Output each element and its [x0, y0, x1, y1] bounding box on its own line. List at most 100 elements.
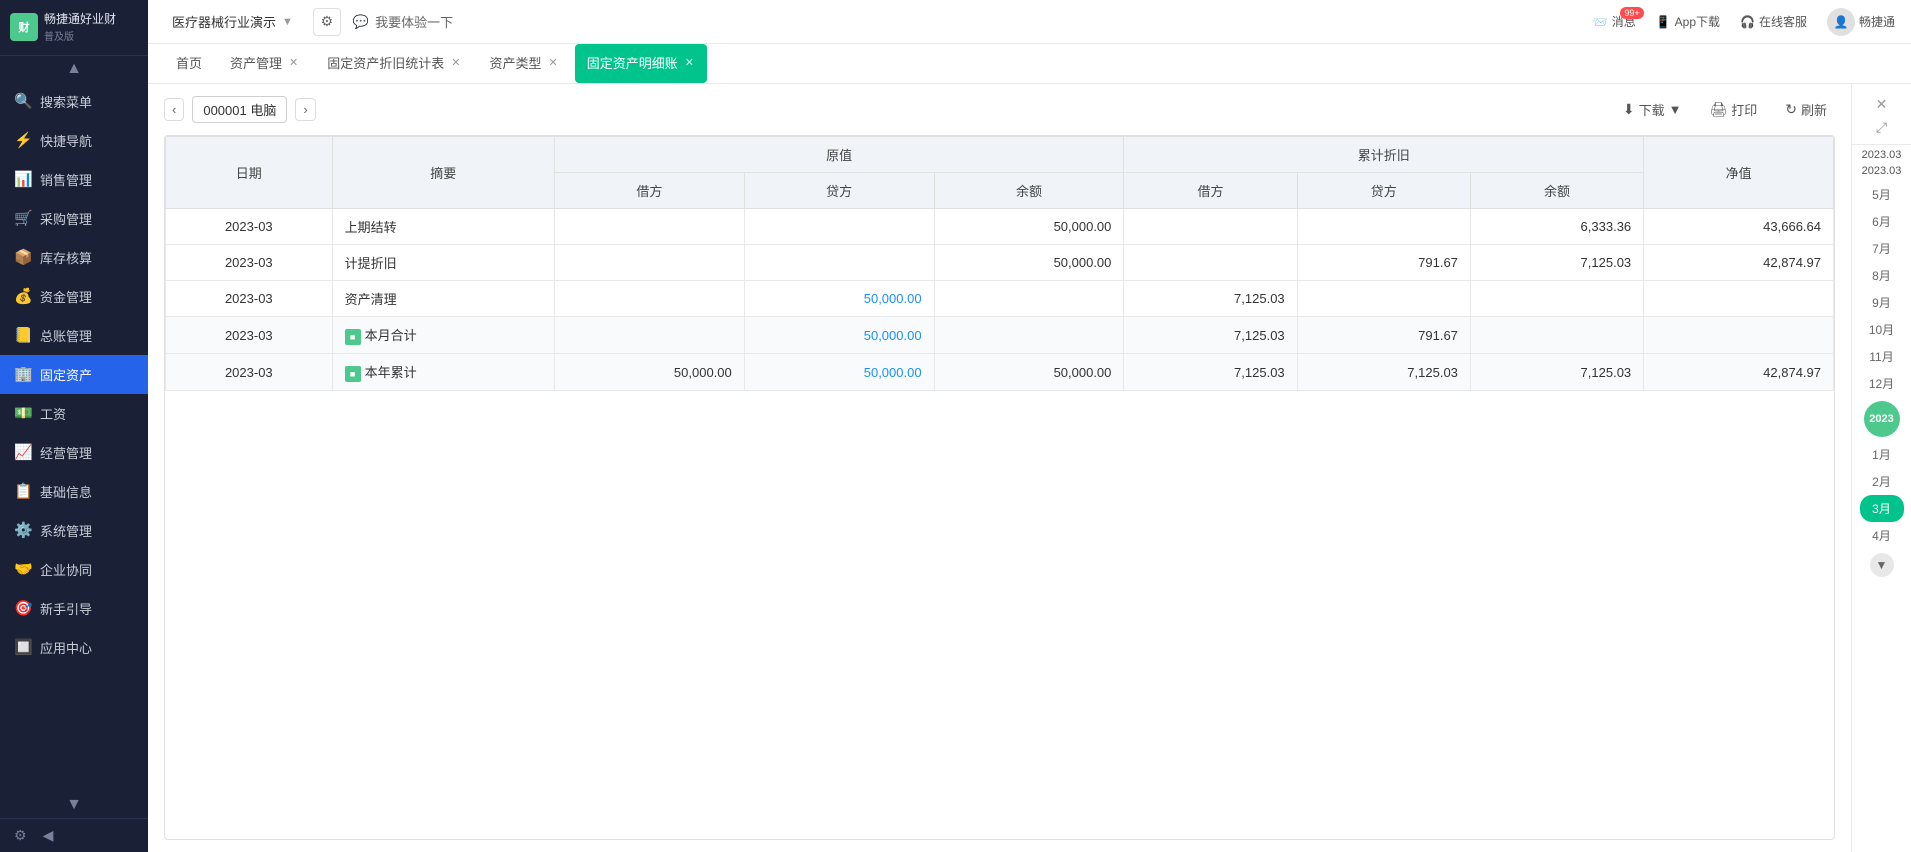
tab-depreciation-stat[interactable]: 固定资产折旧统计表 ✕ [315, 44, 473, 83]
content-area: ‹ 000001 电脑 › ⬇ 下载 ▼ 🖨 打印 ↻ [148, 84, 1911, 852]
fixed-assets-icon: 🏢 [14, 365, 32, 383]
download-btn[interactable]: ⬇ 下载 ▼ [1615, 96, 1690, 123]
main-content: ‹ 000001 电脑 › ⬇ 下载 ▼ 🖨 打印 ↻ [148, 84, 1851, 852]
topbar-user[interactable]: 👤 畅捷通 [1827, 8, 1895, 36]
sidebar-scroll-down[interactable]: ▼ [0, 792, 148, 818]
timeline-top-year: 2023.03 [1862, 145, 1902, 165]
cell-summary: 计提折旧 [332, 245, 554, 281]
sidebar-item-payroll[interactable]: 💵 工资 [0, 394, 148, 433]
cell-net-value: 43,666.64 [1644, 209, 1834, 245]
cell-orig-credit: 50,000.00 [744, 354, 934, 391]
timeline-month[interactable]: 12月 [1860, 370, 1904, 397]
timeline-expand-btn[interactable]: ⤢ [1874, 117, 1889, 138]
sidebar-item-label: 应用中心 [40, 638, 92, 657]
timeline-month[interactable]: 6月 [1860, 208, 1904, 235]
topbar-company[interactable]: 医疗器械行业演示 ▼ [164, 8, 301, 35]
sidebar-item-search[interactable]: 🔍 搜索菜单 [0, 82, 148, 121]
tab-home[interactable]: 首页 [164, 44, 214, 83]
sidebar-item-purchase[interactable]: 🛒 采购管理 [0, 199, 148, 238]
timeline-month[interactable]: 3月 [1860, 495, 1904, 522]
print-btn[interactable]: 🖨 打印 [1701, 96, 1765, 123]
scroll-up-btn[interactable]: ▲ [66, 60, 82, 78]
tab-asset-type-label: 资产类型 [489, 53, 541, 72]
timeline-month[interactable]: 7月 [1860, 235, 1904, 262]
sidebar-item-label: 工资 [40, 404, 66, 423]
tab-asset-mgmt-close[interactable]: ✕ [288, 55, 299, 70]
sidebar-bottom: ⚙ ◀ [0, 818, 148, 852]
th-summary: 摘要 [332, 137, 554, 209]
timeline-month[interactable]: 10月 [1860, 316, 1904, 343]
refresh-icon: ↻ [1785, 101, 1797, 118]
tab-asset-mgmt[interactable]: 资产管理 ✕ [218, 44, 311, 83]
cell-summary: ■本月合计 [332, 317, 554, 354]
scroll-down-btn[interactable]: ▼ [66, 796, 82, 814]
timeline-close-btn[interactable]: ✕ [1874, 94, 1890, 115]
messages-badge: 99+ [1620, 7, 1643, 19]
sidebar-item-ledger[interactable]: 📒 总账管理 [0, 316, 148, 355]
topbar-messages[interactable]: 📨 消息 99+ [1593, 13, 1636, 30]
company-name: 医疗器械行业演示 [172, 12, 276, 31]
cell-orig-balance [934, 317, 1124, 354]
timeline-month[interactable]: 5月 [1860, 181, 1904, 208]
print-label: 打印 [1731, 100, 1757, 119]
sidebar-item-basicinfo[interactable]: 📋 基础信息 [0, 472, 148, 511]
tab-depreciation-stat-close[interactable]: ✕ [450, 55, 461, 70]
sidebar-item-sysmanage[interactable]: ⚙️ 系统管理 [0, 511, 148, 550]
th-accumulated-depreciation: 累计折旧 [1124, 137, 1644, 173]
timeline-months-after: 1月2月3月4月 [1860, 441, 1904, 549]
toolbar-actions: ⬇ 下载 ▼ 🖨 打印 ↻ 刷新 [1615, 96, 1835, 123]
asset-prev-btn[interactable]: ‹ [164, 98, 184, 121]
cell-net-value: 42,874.97 [1644, 245, 1834, 281]
timeline-month[interactable]: 11月 [1860, 343, 1904, 370]
topbar-experience[interactable]: 💬 我要体验一下 [353, 12, 453, 31]
sidebar-settings-icon[interactable]: ⚙ [14, 827, 27, 844]
main-area: 医疗器械行业演示 ▼ ⚙ 💬 我要体验一下 📨 消息 99+ 📱 App下载 🎧… [148, 0, 1911, 852]
sysmanage-icon: ⚙️ [14, 521, 32, 539]
timeline-nav-down-btn[interactable]: ▼ [1870, 553, 1894, 577]
sidebar-item-operations[interactable]: 📈 经营管理 [0, 433, 148, 472]
collab-icon: 🤝 [14, 560, 32, 578]
sidebar-item-quicknav[interactable]: ⚡ 快捷导航 [0, 121, 148, 160]
sidebar-item-fixed-assets[interactable]: 🏢 固定资产 [0, 355, 148, 394]
sidebar-item-label: 基础信息 [40, 482, 92, 501]
topbar-right: 📨 消息 99+ 📱 App下载 🎧 在线客服 👤 畅捷通 [1593, 8, 1895, 36]
tabs-bar: 首页 资产管理 ✕ 固定资产折旧统计表 ✕ 资产类型 ✕ 固定资产明细账 ✕ [148, 44, 1911, 84]
sidebar-item-sales[interactable]: 📊 销售管理 [0, 160, 148, 199]
timeline-month[interactable]: 1月 [1860, 441, 1904, 468]
inventory-icon: 📦 [14, 248, 32, 266]
timeline-month[interactable]: 9月 [1860, 289, 1904, 316]
th-date: 日期 [166, 137, 333, 209]
timeline-month[interactable]: 4月 [1860, 522, 1904, 549]
timeline-month[interactable]: 2月 [1860, 468, 1904, 495]
tab-asset-type-close[interactable]: ✕ [548, 55, 559, 70]
logo-subtitle: 普及版 [44, 28, 116, 43]
sidebar-scroll-up[interactable]: ▲ [0, 56, 148, 82]
sidebar-item-finance[interactable]: 💰 资金管理 [0, 277, 148, 316]
asset-code: 000001 电脑 [192, 96, 287, 123]
timeline-month[interactable]: 8月 [1860, 262, 1904, 289]
timeline-year-badge: 2023 [1864, 401, 1900, 437]
asset-next-btn[interactable]: › [295, 98, 315, 121]
refresh-btn[interactable]: ↻ 刷新 [1777, 96, 1835, 123]
sidebar-item-appcenter[interactable]: 🔲 应用中心 [0, 628, 148, 667]
cell-accum-credit [1297, 281, 1470, 317]
basicinfo-icon: 📋 [14, 482, 32, 500]
cell-orig-credit [744, 245, 934, 281]
topbar-service[interactable]: 🎧 在线客服 [1740, 13, 1807, 30]
topbar-settings-btn[interactable]: ⚙ [313, 8, 341, 36]
tab-asset-type[interactable]: 资产类型 ✕ [477, 44, 570, 83]
operations-icon: 📈 [14, 443, 32, 461]
search-icon: 🔍 [14, 92, 32, 110]
tab-asset-detail[interactable]: 固定资产明细账 ✕ [575, 44, 707, 83]
cell-accum-credit: 791.67 [1297, 317, 1470, 354]
app-icon: 📱 [1656, 15, 1671, 29]
sidebar-nav: 🔍 搜索菜单 ⚡ 快捷导航 📊 销售管理 🛒 采购管理 📦 库存核算 💰 资金管… [0, 82, 148, 792]
sidebar-item-guide[interactable]: 🎯 新手引导 [0, 589, 148, 628]
sidebar-collapse-icon[interactable]: ◀ [43, 827, 54, 844]
tab-asset-detail-close[interactable]: ✕ [684, 55, 695, 70]
tab-asset-mgmt-label: 资产管理 [230, 53, 282, 72]
topbar-app-download[interactable]: 📱 App下载 [1656, 13, 1720, 30]
sidebar-item-label: 经营管理 [40, 443, 92, 462]
sidebar-item-collab[interactable]: 🤝 企业协同 [0, 550, 148, 589]
sidebar-item-inventory[interactable]: 📦 库存核算 [0, 238, 148, 277]
